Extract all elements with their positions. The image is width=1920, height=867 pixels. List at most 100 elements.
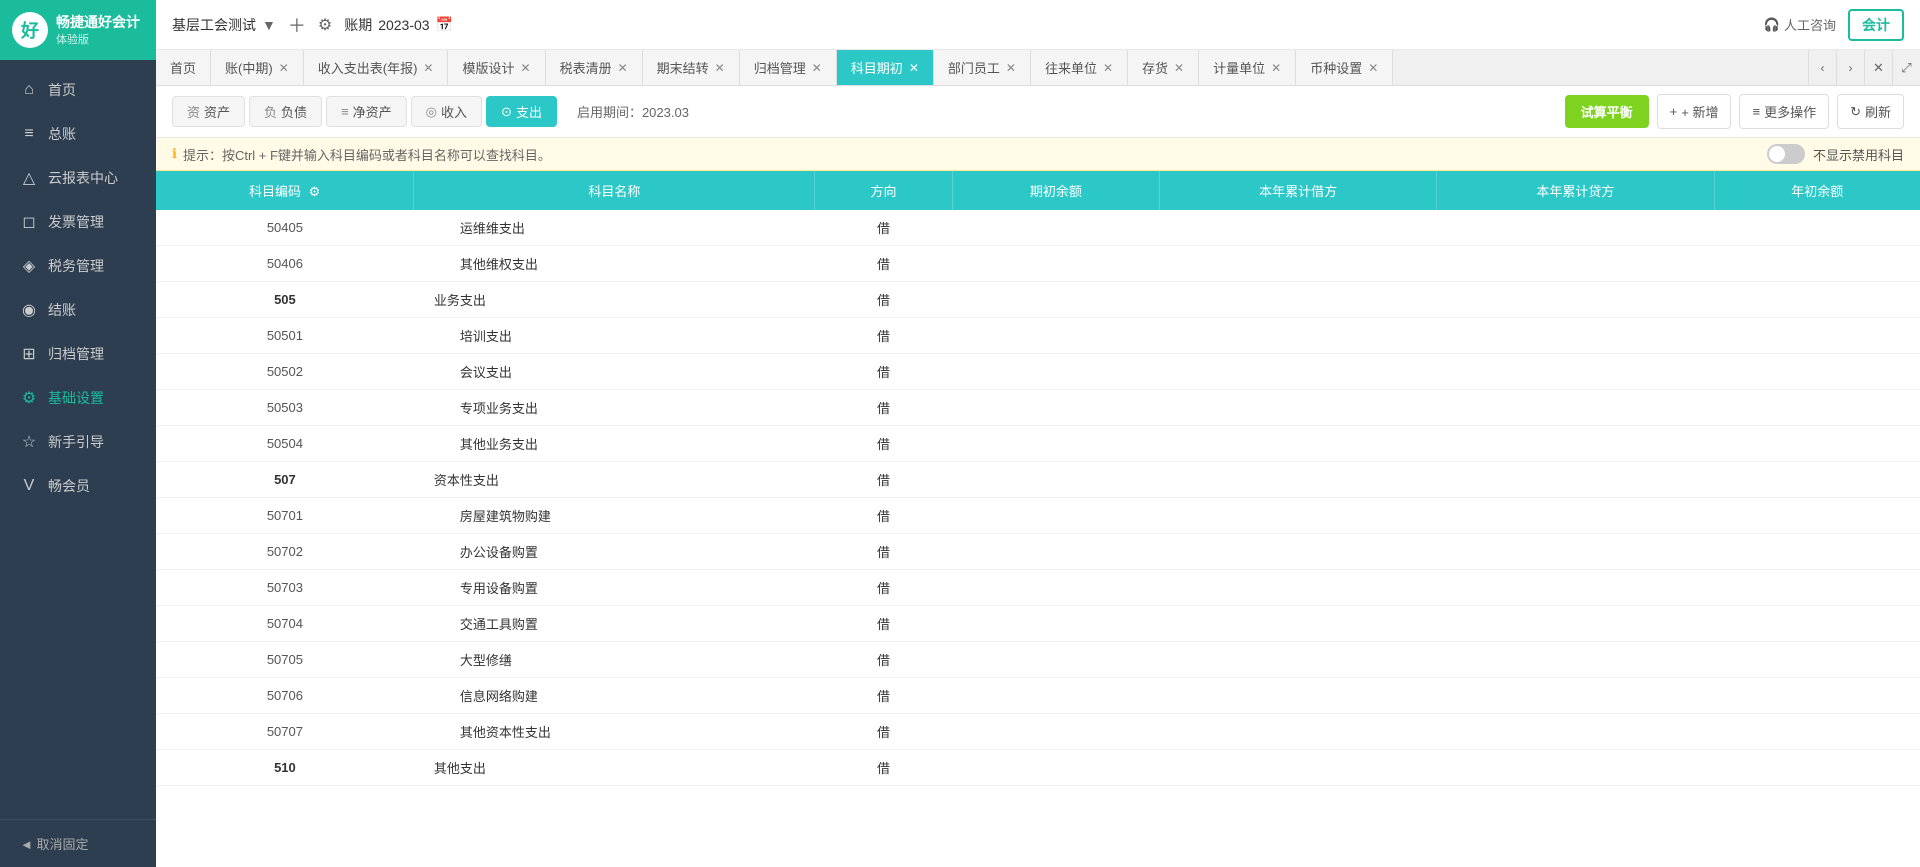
table-row[interactable]: 50706 信息网络购建 借	[156, 678, 1920, 714]
tab-close-icon[interactable]: ✕	[618, 61, 628, 75]
sidebar-item-guide[interactable]: ☆ 新手引导	[0, 420, 156, 464]
cell-ytd-debit	[1159, 210, 1436, 246]
col-header-ytd-credit: 本年累计贷方	[1437, 171, 1714, 210]
more-button[interactable]: ≡ 更多操作	[1739, 94, 1829, 129]
cell-code: 50703	[156, 570, 414, 606]
table-row[interactable]: 50704 交通工具购置 借	[156, 606, 1920, 642]
tab-close-icon[interactable]: ✕	[715, 61, 725, 75]
tab-period-init[interactable]: 科目期初 ✕	[837, 50, 934, 86]
add-tab-button[interactable]: ＋	[288, 12, 306, 38]
table-row[interactable]: 505 业务支出 借	[156, 282, 1920, 318]
cell-ytd-credit	[1437, 678, 1714, 714]
tab-close-icon[interactable]: ✕	[1006, 61, 1016, 75]
cell-year-opening	[1714, 462, 1920, 498]
sidebar-collapse-button[interactable]: ◄ 取消固定	[0, 819, 156, 867]
tab-unit[interactable]: 计量单位 ✕	[1199, 50, 1296, 86]
subnav-expense[interactable]: ⊙ 支出	[486, 96, 557, 127]
cell-ytd-credit	[1437, 570, 1714, 606]
company-dropdown-icon[interactable]: ▼	[262, 17, 276, 33]
tab-close-icon[interactable]: ✕	[812, 61, 822, 75]
sidebar-item-home[interactable]: ⌂ 首页	[0, 68, 156, 112]
cell-code: 50705	[156, 642, 414, 678]
cell-ytd-debit	[1159, 498, 1436, 534]
calc-balance-button[interactable]: 试算平衡	[1565, 95, 1649, 128]
cell-name: 其他支出	[414, 750, 815, 786]
table-row[interactable]: 50702 办公设备购置 借	[156, 534, 1920, 570]
subnav-equity[interactable]: ≡ 净资产	[326, 96, 407, 127]
account-button[interactable]: 会计	[1848, 9, 1904, 41]
tab-home[interactable]: 首页	[156, 50, 211, 86]
cell-ytd-debit	[1159, 318, 1436, 354]
add-button[interactable]: + + 新增	[1657, 94, 1732, 129]
tab-dept[interactable]: 部门员工 ✕	[934, 50, 1031, 86]
tab-close-icon[interactable]: ✕	[279, 61, 289, 75]
tab-close-icon[interactable]: ✕	[521, 61, 531, 75]
cell-opening	[952, 714, 1159, 750]
cell-ytd-credit	[1437, 246, 1714, 282]
subnav-income[interactable]: ◎ 收入	[411, 96, 482, 127]
sidebar-item-ledger[interactable]: ≡ 总账	[0, 112, 156, 156]
sidebar-item-archive[interactable]: ⊞ 归档管理	[0, 332, 156, 376]
subnav-liability[interactable]: 负 负债	[249, 96, 322, 127]
table-row[interactable]: 50504 其他业务支出 借	[156, 426, 1920, 462]
subnav-label: 净资产	[353, 102, 392, 121]
tab-close-icon[interactable]: ✕	[1174, 61, 1184, 75]
subnav-label: 支出	[516, 102, 542, 121]
sidebar-item-member[interactable]: V 畅会员	[0, 464, 156, 508]
sidebar-item-label: 云报表中心	[48, 168, 118, 188]
table-row[interactable]: 50502 会议支出 借	[156, 354, 1920, 390]
tab-close-icon[interactable]: ✕	[909, 61, 919, 75]
tabs-expand-button[interactable]: ⤢	[1892, 50, 1920, 86]
subnav-asset[interactable]: 资 资产	[172, 96, 245, 127]
cell-ytd-credit	[1437, 714, 1714, 750]
consult-button[interactable]: 🎧 人工咨询	[1764, 15, 1836, 34]
tabs-prev-button[interactable]: ‹	[1808, 50, 1836, 86]
tab-taxclear[interactable]: 税表清册 ✕	[546, 50, 643, 86]
disabled-toggle[interactable]	[1767, 144, 1805, 164]
table-row[interactable]: 50405 运维维支出 借	[156, 210, 1920, 246]
sidebar-item-basic[interactable]: ⚙ 基础设置	[0, 376, 156, 420]
tab-yearend[interactable]: 期末结转 ✕	[643, 50, 740, 86]
sidebar-item-close[interactable]: ◉ 结账	[0, 288, 156, 332]
sidebar-item-label: 总账	[48, 124, 76, 144]
table-row[interactable]: 507 资本性支出 借	[156, 462, 1920, 498]
settings-button[interactable]: ⚙	[318, 15, 332, 35]
tab-template[interactable]: 模版设计 ✕	[448, 50, 545, 86]
tab-close-icon[interactable]: ✕	[1368, 61, 1378, 75]
sidebar-item-label: 基础设置	[48, 388, 104, 408]
cell-ytd-credit	[1437, 318, 1714, 354]
tabs-bar: 首页 账(中期) ✕ 收入支出表(年报) ✕ 模版设计 ✕ 税表清册 ✕ 期末结…	[156, 50, 1920, 86]
calendar-icon[interactable]: 📅	[436, 16, 453, 33]
sidebar-item-tax[interactable]: ◈ 税务管理	[0, 244, 156, 288]
tab-annual[interactable]: 收入支出表(年报) ✕	[304, 50, 449, 86]
home-icon: ⌂	[20, 81, 38, 99]
column-settings-icon[interactable]: ⚙	[309, 184, 321, 200]
col-header-direction: 方向	[815, 171, 952, 210]
table-row[interactable]: 50406 其他维权支出 借	[156, 246, 1920, 282]
table-row[interactable]: 510 其他支出 借	[156, 750, 1920, 786]
data-table: 科目编码 ⚙ 科目名称 方向 期初余额 本年累计借方 本年累计贷方 年初余额 5…	[156, 171, 1920, 786]
tab-stock[interactable]: 存货 ✕	[1128, 50, 1199, 86]
table-row[interactable]: 50703 专用设备购置 借	[156, 570, 1920, 606]
tab-close-icon[interactable]: ✕	[1103, 61, 1113, 75]
tabs-next-button[interactable]: ›	[1836, 50, 1864, 86]
refresh-button[interactable]: ↻ 刷新	[1837, 94, 1904, 129]
tab-arch[interactable]: 归档管理 ✕	[740, 50, 837, 86]
tab-clients[interactable]: 往来单位 ✕	[1031, 50, 1128, 86]
table-row[interactable]: 50501 培训支出 借	[156, 318, 1920, 354]
table-row[interactable]: 50701 房屋建筑物购建 借	[156, 498, 1920, 534]
equity-icon: ≡	[341, 104, 349, 119]
tab-close-icon[interactable]: ✕	[423, 61, 433, 75]
expense-icon: ⊙	[501, 104, 512, 120]
table-row[interactable]: 50705 大型修缮 借	[156, 642, 1920, 678]
tab-currency[interactable]: 币种设置 ✕	[1296, 50, 1393, 86]
table-row[interactable]: 50707 其他资本性支出 借	[156, 714, 1920, 750]
tabs-close-all-button[interactable]: ✕	[1864, 50, 1892, 86]
table-row[interactable]: 50503 专项业务支出 借	[156, 390, 1920, 426]
tab-mid[interactable]: 账(中期) ✕	[211, 50, 304, 86]
sidebar-item-invoice[interactable]: ◻ 发票管理	[0, 200, 156, 244]
sidebar-item-reports[interactable]: △ 云报表中心	[0, 156, 156, 200]
cell-ytd-credit	[1437, 426, 1714, 462]
hint-right: 不显示禁用科目	[1767, 144, 1904, 164]
tab-close-icon[interactable]: ✕	[1271, 61, 1281, 75]
